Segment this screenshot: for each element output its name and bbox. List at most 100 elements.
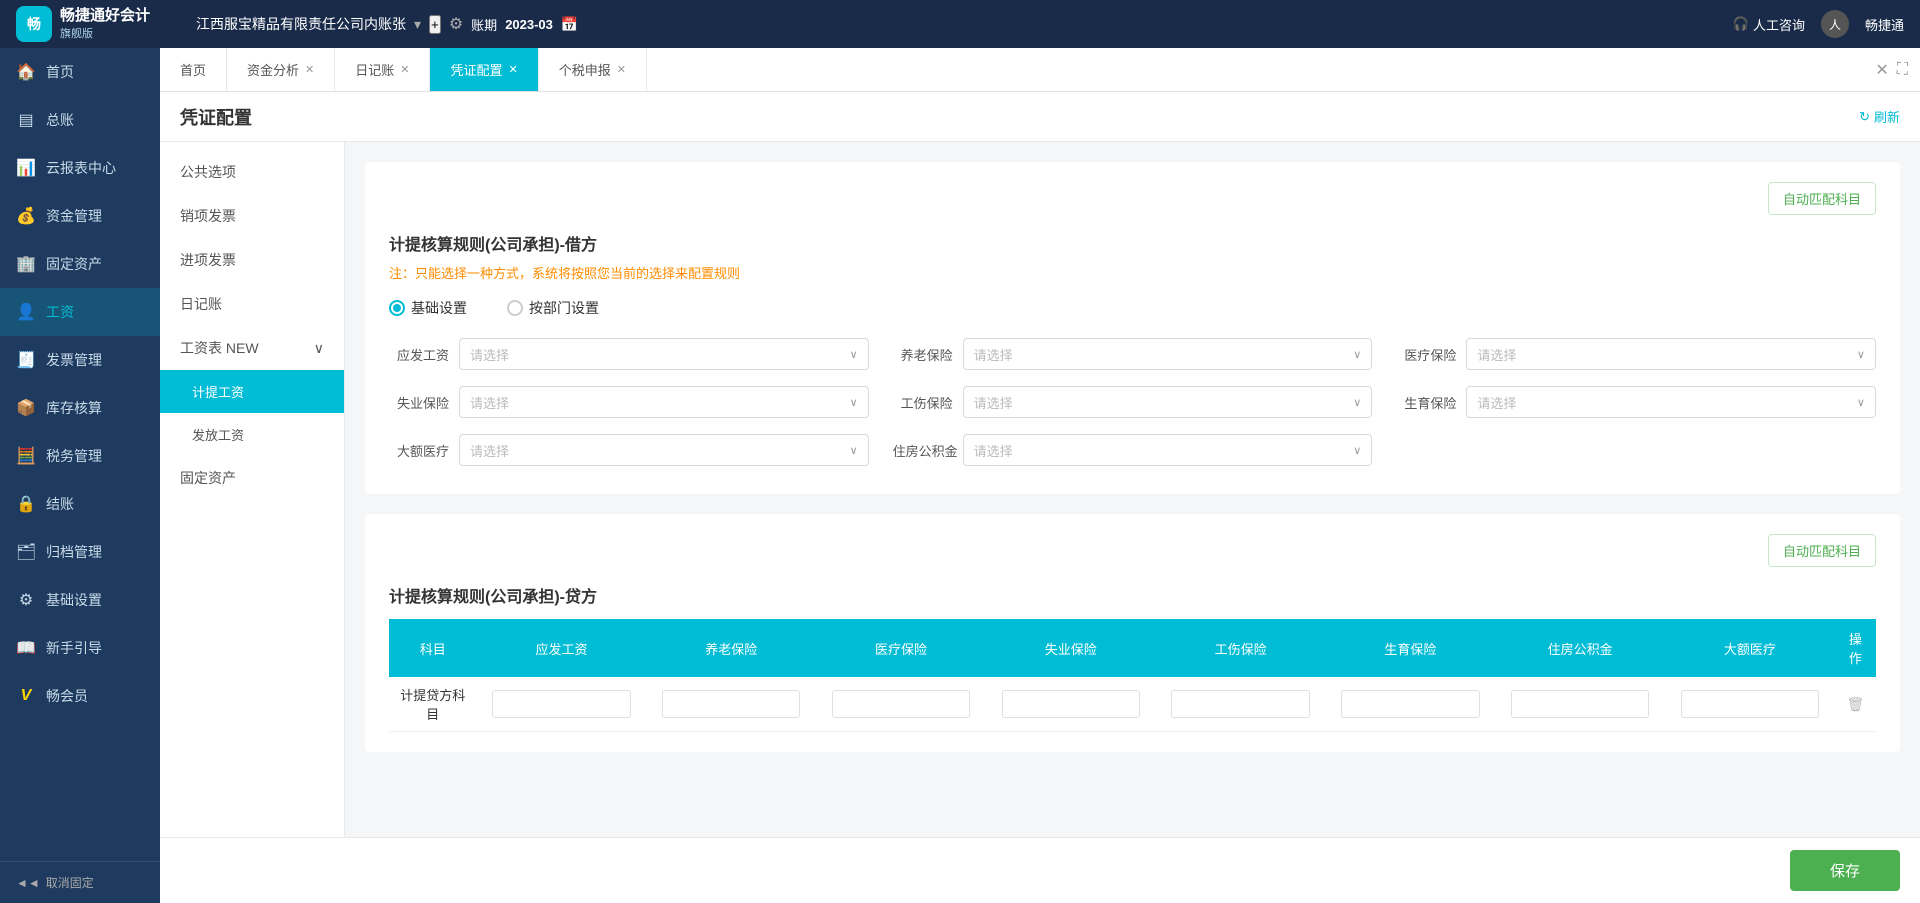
input-zfgjj[interactable]	[1511, 690, 1649, 718]
left-nav-public[interactable]: 公共选项	[160, 150, 344, 194]
select-sybx2-placeholder: 请选择	[1477, 393, 1516, 412]
maximize-icon[interactable]: ⛶	[1897, 61, 1908, 79]
refresh-button[interactable]: ↻ 刷新	[1859, 107, 1900, 126]
label-zfgjj: 住房公积金	[893, 441, 953, 460]
calendar-icon[interactable]: 📅	[561, 16, 578, 33]
radio-dept[interactable]: 按部门设置	[507, 298, 599, 318]
tab-tax-close[interactable]: ✕	[617, 63, 626, 76]
sidebar-item-close[interactable]: 🔒 结账	[0, 480, 160, 528]
auto-match-debit-button[interactable]: 自动匹配科目	[1768, 182, 1876, 215]
sidebar: 🏠 首页 ▤ 总账 📊 云报表中心 💰 资金管理 🏢 固定资产 👤 工资 🧾 发…	[0, 48, 160, 903]
sidebar-label-reports: 云报表中心	[46, 158, 116, 178]
inventory-icon: 📦	[16, 398, 36, 418]
sidebar-item-guide[interactable]: 📖 新手引导	[0, 624, 160, 672]
input-yfgz[interactable]	[492, 690, 630, 718]
input-sybx2[interactable]	[1341, 690, 1479, 718]
radio-dept-circle	[507, 300, 523, 316]
select-gsbx[interactable]: 请选择 ∨	[963, 386, 1373, 418]
close-books-icon: 🔒	[16, 494, 36, 514]
chevron-zfgjj: ∨	[1353, 444, 1361, 457]
sidebar-item-funds[interactable]: 💰 资金管理	[0, 192, 160, 240]
input-ylbx2[interactable]	[832, 690, 970, 718]
service-button[interactable]: 🎧 人工咨询	[1733, 15, 1805, 34]
sidebar-item-tax[interactable]: 🧮 税务管理	[0, 432, 160, 480]
select-sybx[interactable]: 请选择 ∨	[459, 386, 869, 418]
sidebar-item-home[interactable]: 🏠 首页	[0, 48, 160, 96]
save-button[interactable]: 保存	[1790, 850, 1900, 891]
label-ylbx: 养老保险	[893, 345, 953, 364]
tab-home[interactable]: 首页	[160, 48, 227, 91]
auto-match-credit-button[interactable]: 自动匹配科目	[1768, 534, 1876, 567]
left-nav-journal[interactable]: 日记账	[160, 282, 344, 326]
delete-row-icon[interactable]: 🗑	[1846, 696, 1864, 712]
sidebar-item-reports[interactable]: 📊 云报表中心	[0, 144, 160, 192]
col-gsbx: 工伤保险	[1156, 619, 1326, 677]
sidebar-item-basic[interactable]: ⚙ 基础设置	[0, 576, 160, 624]
funds-icon: 💰	[16, 206, 36, 226]
field-yfgz: 应发工资 请选择 ∨	[389, 338, 869, 370]
input-gsbx[interactable]	[1171, 690, 1309, 718]
sidebar-label-archive: 归档管理	[46, 542, 102, 562]
expand-icon: ∨	[314, 340, 324, 357]
sidebar-item-ledger[interactable]: ▤ 总账	[0, 96, 160, 144]
sidebar-item-inventory[interactable]: 📦 库存核算	[0, 384, 160, 432]
refresh-label: 刷新	[1874, 107, 1900, 126]
sidebar-item-salary[interactable]: 👤 工资	[0, 288, 160, 336]
tab-voucher[interactable]: 凭证配置 ✕	[430, 48, 538, 91]
field-sybx2: 生育保险 请选择 ∨	[1396, 386, 1876, 418]
cancel-pin-button[interactable]: ◄◄ 取消固定	[0, 861, 160, 903]
sidebar-label-salary: 工资	[46, 302, 74, 322]
left-nav-purchase-invoice[interactable]: 进项发票	[160, 238, 344, 282]
add-tab-button[interactable]: +	[429, 15, 441, 34]
tab-tax-label: 个税申报	[559, 60, 611, 79]
page-header: 凭证配置 ↻ 刷新	[160, 92, 1920, 142]
left-nav-sales-invoice[interactable]: 销项发票	[160, 194, 344, 238]
select-ylbx2[interactable]: 请选择 ∨	[1466, 338, 1876, 370]
input-ylbx[interactable]	[662, 690, 800, 718]
left-nav-payroll-group[interactable]: 工资表 NEW ∨	[160, 326, 344, 370]
credit-header-row: 自动匹配科目	[389, 534, 1876, 579]
input-sybx[interactable]	[1002, 690, 1140, 718]
select-ylbx2-placeholder: 请选择	[1477, 345, 1516, 364]
chevron-sybx2: ∨	[1857, 396, 1865, 409]
tab-fund[interactable]: 资金分析 ✕	[227, 48, 335, 91]
sidebar-label-funds: 资金管理	[46, 206, 102, 226]
left-nav-fixed-assets[interactable]: 固定资产	[160, 456, 344, 500]
sidebar-item-assets[interactable]: 🏢 固定资产	[0, 240, 160, 288]
tab-bar-actions: ✕ ⛶	[1863, 48, 1920, 91]
tab-journal-close[interactable]: ✕	[400, 63, 409, 76]
select-deyil[interactable]: 请选择 ∨	[459, 434, 869, 466]
radio-basic[interactable]: 基础设置	[389, 298, 467, 318]
debit-section-note: 注：只能选择一种方式，系统将按照您当前的选择来配置规则	[389, 263, 1876, 282]
left-nav-accrual[interactable]: 计提工资	[160, 370, 344, 413]
left-nav-issue[interactable]: 发放工资	[160, 413, 344, 456]
col-yfgz: 应发工资	[477, 619, 647, 677]
company-chevron-icon[interactable]: ▾	[414, 16, 421, 33]
tab-tax[interactable]: 个税申报 ✕	[539, 48, 647, 91]
select-yfgz-placeholder: 请选择	[470, 345, 509, 364]
select-ylbx[interactable]: 请选择 ∨	[963, 338, 1373, 370]
main-content: 公共选项 销项发票 进项发票 日记账 工资表 NEW ∨ 计提工资 发放工资 固…	[160, 142, 1920, 837]
sidebar-item-invoice-mgmt[interactable]: 🧾 发票管理	[0, 336, 160, 384]
debit-section-title: 计提核算规则(公司承担)-借方	[389, 231, 1876, 255]
ledger-icon: ▤	[16, 110, 36, 130]
tab-fund-close[interactable]: ✕	[305, 63, 314, 76]
salary-icon: 👤	[16, 302, 36, 322]
tab-home-label: 首页	[180, 60, 206, 79]
period-value: 2023-03	[505, 17, 553, 32]
sidebar-item-member[interactable]: V 畅会员	[0, 672, 160, 720]
select-sybx2[interactable]: 请选择 ∨	[1466, 386, 1876, 418]
tab-voucher-close[interactable]: ✕	[509, 63, 518, 76]
input-deyil[interactable]	[1681, 690, 1819, 718]
select-zfgjj[interactable]: 请选择 ∨	[963, 434, 1373, 466]
select-yfgz[interactable]: 请选择 ∨	[459, 338, 869, 370]
refresh-icon: ↻	[1859, 109, 1870, 125]
row-ylbx	[646, 677, 816, 732]
tab-journal[interactable]: 日记账 ✕	[335, 48, 430, 91]
field-gsbx: 工伤保险 请选择 ∨	[893, 386, 1373, 418]
settings-icon[interactable]: ⚙	[449, 14, 463, 34]
close-window-icon[interactable]: ✕	[1875, 60, 1888, 80]
sidebar-item-archive[interactable]: 🗂 归档管理	[0, 528, 160, 576]
select-sybx-placeholder: 请选择	[470, 393, 509, 412]
chevron-deyil: ∨	[850, 444, 858, 457]
